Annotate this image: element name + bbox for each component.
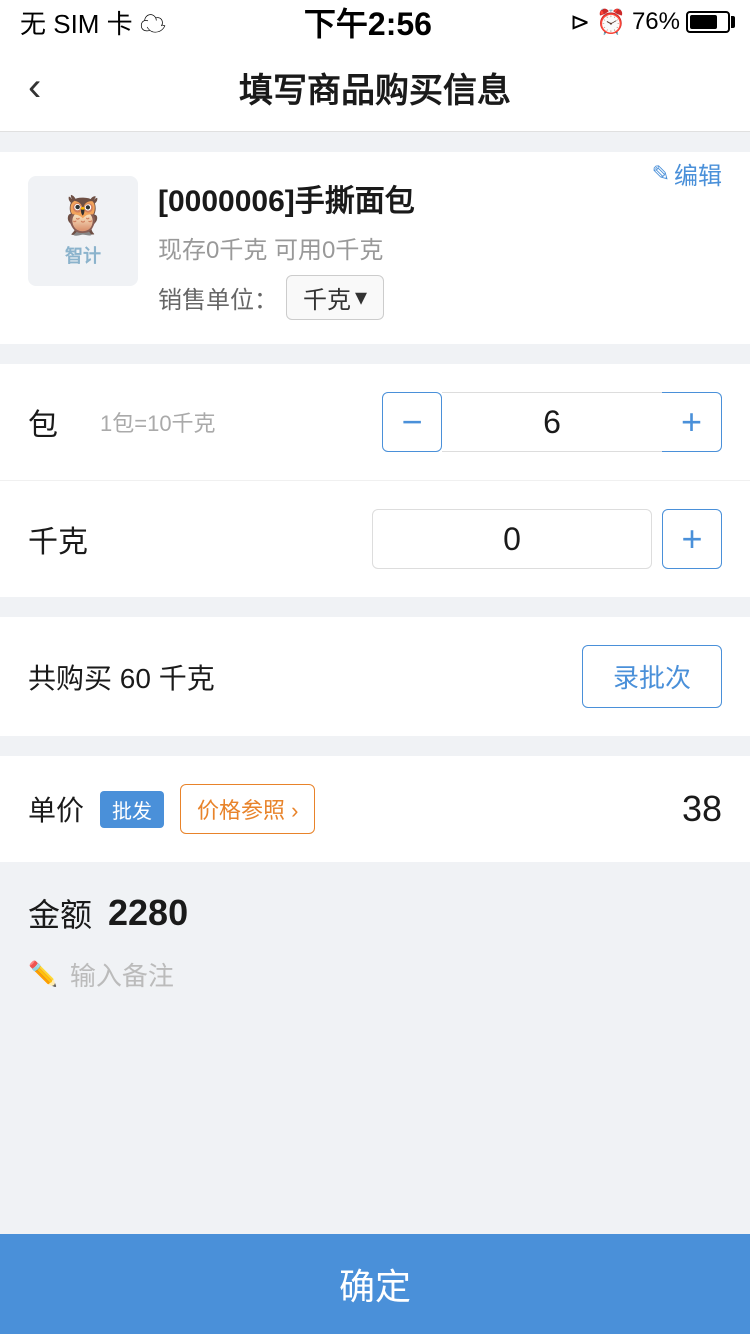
edit-icon: ✎	[652, 161, 670, 187]
bao-minus-button[interactable]: −	[382, 392, 442, 452]
product-stock: 现存0千克 可用0千克	[158, 230, 722, 265]
confirm-button[interactable]: 确定	[0, 1234, 750, 1334]
batch-tag: 批发	[100, 791, 164, 828]
edit-label: 编辑	[674, 156, 722, 191]
price-section: 单价 批发 价格参照 › 38	[0, 756, 750, 862]
bao-input[interactable]	[442, 392, 662, 452]
product-card: 🦉 智计 [0000006]手撕面包 现存0千克 可用0千克 销售单位： 千克 …	[0, 152, 750, 344]
back-button[interactable]: ‹	[28, 65, 41, 110]
product-logo-text: 智计	[65, 242, 101, 268]
product-unit-row: 销售单位： 千克 ▾	[158, 275, 722, 320]
location-icon: ⊳	[570, 8, 590, 37]
summary-row: 共购买 60 千克 录批次	[0, 617, 750, 736]
page-title: 填写商品购买信息	[239, 63, 511, 112]
price-value: 38	[682, 788, 722, 830]
status-carrier: 无 SIM 卡 ☁	[20, 4, 166, 41]
battery-percent: 76%	[632, 8, 680, 36]
bao-controls: − +	[382, 392, 722, 452]
record-batch-button[interactable]: 录批次	[582, 645, 722, 708]
content-spacer	[0, 1013, 750, 1234]
price-label: 单价	[28, 789, 84, 829]
unit-select[interactable]: 千克 ▾	[286, 275, 384, 320]
kg-controls: +	[372, 509, 722, 569]
bao-row: 包 1包=10千克 − +	[0, 364, 750, 481]
product-thumbnail: 🦉 智计	[28, 176, 138, 286]
product-card-wrapper: 🦉 智计 [0000006]手撕面包 现存0千克 可用0千克 销售单位： 千克 …	[0, 132, 750, 344]
status-bar: 无 SIM 卡 ☁ 下午2:56 ⊳ ⏰ 76%	[0, 0, 750, 44]
product-logo-icon: 🦉	[59, 194, 106, 238]
edit-button[interactable]: ✎ 编辑	[652, 156, 722, 191]
amount-value: 2280	[108, 892, 188, 934]
amount-row: 金额 2280	[28, 890, 722, 936]
amount-section: 金额 2280 ✏️ 输入备注	[0, 862, 750, 1013]
alarm-icon: ⏰	[596, 8, 626, 37]
quantity-section: 包 1包=10千克 − + 千克 +	[0, 364, 750, 597]
product-name: [0000006]手撕面包	[158, 176, 722, 220]
bao-label: 包	[28, 400, 88, 444]
status-right: ⊳ ⏰ 76%	[570, 8, 730, 37]
product-info: [0000006]手撕面包 现存0千克 可用0千克 销售单位： 千克 ▾	[158, 176, 722, 320]
amount-label: 金额	[28, 890, 92, 936]
bao-sublabel: 1包=10千克	[100, 406, 382, 438]
kg-input[interactable]	[372, 509, 652, 569]
price-row: 单价 批发 价格参照 › 38	[0, 756, 750, 862]
remark-row[interactable]: ✏️ 输入备注	[28, 956, 722, 1013]
summary-text: 共购买 60 千克	[28, 657, 215, 697]
pencil-icon: ✏️	[28, 960, 58, 989]
price-ref-button[interactable]: 价格参照 ›	[180, 784, 315, 834]
nav-bar: ‹ 填写商品购买信息	[0, 44, 750, 132]
battery-icon	[686, 11, 730, 33]
remark-placeholder: 输入备注	[70, 956, 174, 993]
status-time: 下午2:56	[304, 0, 432, 45]
battery-fill	[690, 15, 717, 29]
product-unit-label: 销售单位：	[158, 280, 278, 315]
kg-label: 千克	[28, 517, 88, 561]
kg-plus-button[interactable]: +	[662, 509, 722, 569]
unit-value: 千克	[303, 280, 351, 315]
bao-plus-button[interactable]: +	[662, 392, 722, 452]
kg-row: 千克 +	[0, 481, 750, 597]
chevron-down-icon: ▾	[355, 283, 367, 312]
